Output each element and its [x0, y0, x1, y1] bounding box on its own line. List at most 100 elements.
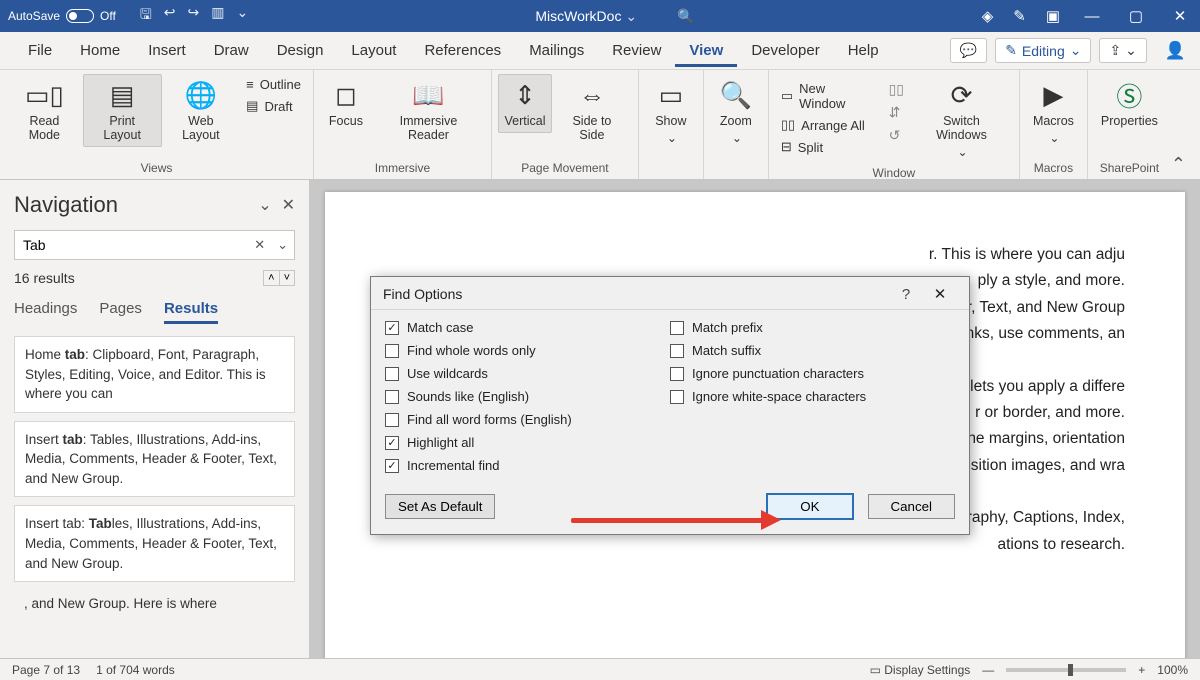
- checkbox-icon[interactable]: [670, 390, 684, 404]
- split-button[interactable]: ⊟Split: [775, 136, 879, 158]
- tab-file[interactable]: File: [14, 34, 66, 67]
- autosave-toggle[interactable]: AutoSave Off: [8, 9, 116, 23]
- zoom-button[interactable]: 🔍Zoom: [710, 74, 762, 150]
- word-count[interactable]: 1 of 704 words: [96, 663, 175, 677]
- macros-button[interactable]: ▶Macros: [1026, 74, 1081, 150]
- checkbox-icon[interactable]: ✓: [385, 459, 399, 473]
- search-dropdown-icon[interactable]: ⌄: [271, 237, 294, 253]
- share-button[interactable]: ⇪ ⌄: [1099, 38, 1146, 63]
- next-result-icon[interactable]: ˅: [279, 271, 294, 285]
- clear-search-icon[interactable]: ✕: [248, 237, 271, 253]
- checkbox-icon[interactable]: [670, 367, 684, 381]
- editing-mode-button[interactable]: ✎ Editing ⌄: [995, 38, 1091, 63]
- checkbox-highlight-all[interactable]: ✓Highlight all: [385, 431, 670, 454]
- account-icon[interactable]: 👤: [1165, 41, 1186, 61]
- result-item[interactable]: Insert tab: Tables, Illustrations, Add-i…: [14, 505, 295, 582]
- maximize-button[interactable]: ▢: [1124, 7, 1148, 25]
- result-item[interactable]: , and New Group. Here is where: [14, 590, 295, 618]
- page-indicator[interactable]: Page 7 of 13: [12, 663, 80, 677]
- checkbox-icon[interactable]: [385, 413, 399, 427]
- tab-view[interactable]: View: [675, 34, 737, 67]
- dialog-close-icon[interactable]: ✕: [923, 285, 957, 303]
- diamond-icon[interactable]: ◈: [982, 7, 994, 25]
- collapse-ribbon-button[interactable]: ⌃: [1171, 154, 1200, 179]
- qat-dropdown-icon[interactable]: ⌄: [236, 4, 248, 28]
- draft-button[interactable]: ▤Draft: [240, 95, 307, 117]
- checkbox-icon[interactable]: ✓: [385, 436, 399, 450]
- qat-more-icon[interactable]: ▥: [211, 4, 224, 28]
- vertical-button[interactable]: ⇕Vertical: [498, 74, 552, 133]
- side-to-side-button[interactable]: ⇔Side to Side: [552, 74, 632, 147]
- properties-button[interactable]: ⓈProperties: [1094, 74, 1165, 133]
- document-title[interactable]: MiscWorkDoc: [535, 8, 637, 25]
- result-item[interactable]: Home tab: Clipboard, Font, Paragraph, St…: [14, 336, 295, 413]
- tab-review[interactable]: Review: [598, 34, 675, 67]
- checkbox-match-case[interactable]: ✓Match case: [385, 316, 670, 339]
- checkbox-icon[interactable]: [385, 367, 399, 381]
- minimize-button[interactable]: —: [1080, 8, 1104, 25]
- zoom-level[interactable]: 100%: [1157, 663, 1188, 677]
- web-layout-button[interactable]: 🌐Web Layout: [162, 74, 241, 147]
- nav-search-box[interactable]: ✕ ⌄: [14, 230, 295, 260]
- tab-draw[interactable]: Draw: [200, 34, 263, 67]
- tab-insert[interactable]: Insert: [134, 34, 200, 67]
- close-button[interactable]: ✕: [1168, 7, 1192, 25]
- checkbox-icon[interactable]: [670, 321, 684, 335]
- prev-result-icon[interactable]: ˄: [264, 271, 278, 285]
- tab-help[interactable]: Help: [834, 34, 893, 67]
- dialog-help-icon[interactable]: ?: [889, 286, 923, 303]
- sync-scroll-icon[interactable]: ⇵: [889, 101, 904, 124]
- nav-close-icon[interactable]: ✕: [282, 195, 295, 215]
- print-layout-button[interactable]: ▤Print Layout: [83, 74, 162, 147]
- undo-icon[interactable]: ↩: [164, 4, 176, 28]
- nav-tab-headings[interactable]: Headings: [14, 300, 77, 324]
- save-icon[interactable]: 🖫: [140, 4, 152, 28]
- redo-icon[interactable]: ↪: [188, 4, 200, 28]
- tab-layout[interactable]: Layout: [337, 34, 410, 67]
- side-by-side-icon[interactable]: ▯▯: [889, 78, 904, 101]
- immersive-reader-button[interactable]: 📖Immersive Reader: [372, 74, 485, 147]
- checkbox-sounds-like-english-[interactable]: Sounds like (English): [385, 385, 670, 408]
- tab-developer[interactable]: Developer: [737, 34, 833, 67]
- zoom-in-button[interactable]: +: [1138, 663, 1145, 677]
- checkbox-find-all-word-forms-english-[interactable]: Find all word forms (English): [385, 408, 670, 431]
- new-window-button[interactable]: ▭New Window: [775, 78, 879, 114]
- set-default-button[interactable]: Set As Default: [385, 494, 495, 519]
- nav-collapse-icon[interactable]: ⌄: [258, 195, 271, 215]
- reset-pos-icon[interactable]: ↺: [889, 124, 904, 147]
- checkbox-ignore-white-space-characters[interactable]: Ignore white-space characters: [670, 385, 955, 408]
- switch-windows-button[interactable]: ⟳Switch Windows: [910, 74, 1013, 164]
- tab-mailings[interactable]: Mailings: [515, 34, 598, 67]
- nav-tab-results[interactable]: Results: [164, 300, 218, 324]
- focus-button[interactable]: ◻Focus: [320, 74, 372, 133]
- result-item[interactable]: Insert tab: Tables, Illustrations, Add-i…: [14, 421, 295, 498]
- nav-tab-pages[interactable]: Pages: [99, 300, 142, 324]
- nav-search-input[interactable]: [15, 237, 248, 253]
- zoom-out-button[interactable]: —: [982, 663, 994, 677]
- checkbox-match-prefix[interactable]: Match prefix: [670, 316, 955, 339]
- zoom-slider[interactable]: [1006, 668, 1126, 672]
- checkbox-ignore-punctuation-characters[interactable]: Ignore punctuation characters: [670, 362, 955, 385]
- outline-button[interactable]: ≡Outline: [240, 74, 307, 95]
- arrange-all-button[interactable]: ▯▯Arrange All: [775, 114, 879, 136]
- read-mode-button[interactable]: ▭▯Read Mode: [6, 74, 83, 147]
- checkbox-incremental-find[interactable]: ✓Incremental find: [385, 454, 670, 477]
- display-settings-button[interactable]: ▭ Display Settings: [870, 663, 971, 677]
- checkbox-use-wildcards[interactable]: Use wildcards: [385, 362, 670, 385]
- checkbox-icon[interactable]: ✓: [385, 321, 399, 335]
- pencil-icon[interactable]: ✎: [1013, 7, 1026, 25]
- tab-design[interactable]: Design: [263, 34, 338, 67]
- result-nav-arrows[interactable]: ˄˅: [263, 270, 295, 286]
- tab-home[interactable]: Home: [66, 34, 134, 67]
- checkbox-icon[interactable]: [385, 344, 399, 358]
- checkbox-match-suffix[interactable]: Match suffix: [670, 339, 955, 362]
- show-button[interactable]: ▭Show: [645, 74, 697, 150]
- cancel-button[interactable]: Cancel: [868, 494, 956, 519]
- comments-button[interactable]: 💬: [950, 38, 987, 63]
- toggle-off-icon[interactable]: [66, 9, 94, 23]
- search-icon[interactable]: 🔍: [677, 8, 694, 25]
- checkbox-find-whole-words-only[interactable]: Find whole words only: [385, 339, 670, 362]
- app-icon[interactable]: ▣: [1046, 7, 1060, 25]
- checkbox-icon[interactable]: [670, 344, 684, 358]
- tab-references[interactable]: References: [410, 34, 515, 67]
